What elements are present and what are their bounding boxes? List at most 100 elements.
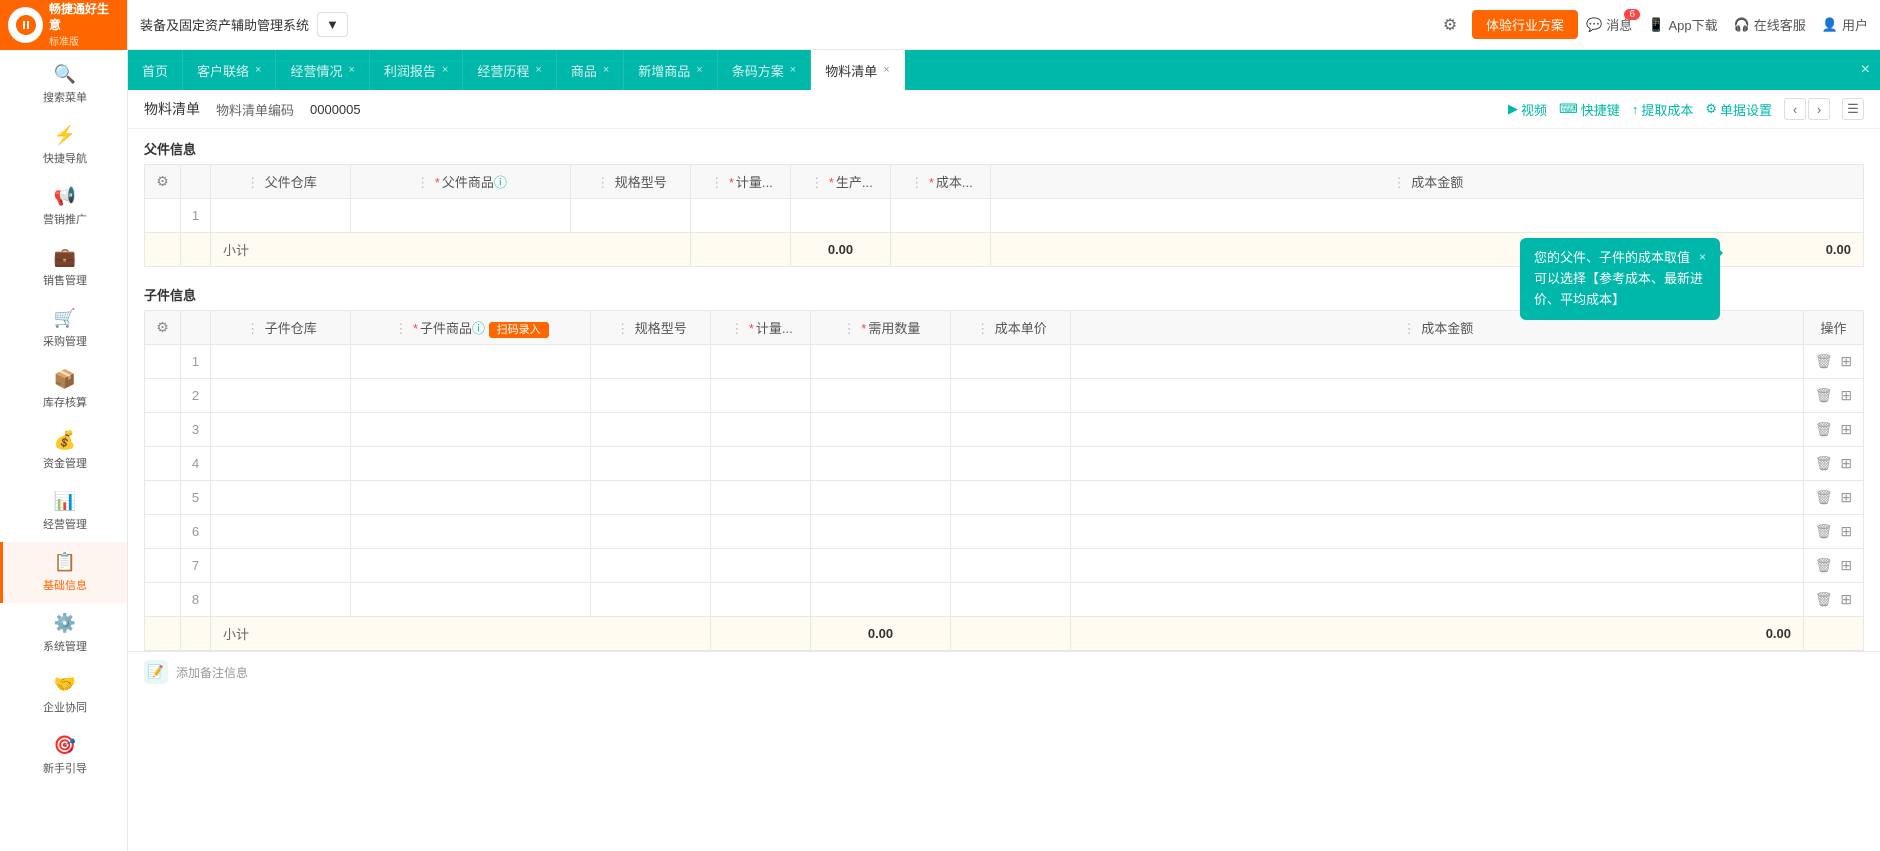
sidebar-item-search[interactable]: 🔍 搜索菜单 <box>0 54 127 115</box>
child-row6-unit-cost[interactable] <box>951 515 1071 549</box>
child-row7-warehouse[interactable] <box>211 549 351 583</box>
scan-input-button[interactable]: 扫码录入 <box>489 322 549 338</box>
child-row8-unit-cost[interactable] <box>951 583 1071 617</box>
child-row7-quantity[interactable] <box>811 549 951 583</box>
tab-new-product[interactable]: 新增商品 × <box>624 50 717 90</box>
child-row1-unit[interactable] <box>711 345 811 379</box>
child-row6-delete-button[interactable]: 🗑 <box>1813 521 1835 542</box>
message-button[interactable]: 💬 消息 6 <box>1586 15 1632 34</box>
tab-customer[interactable]: 客户联络 × <box>183 50 276 90</box>
child-row7-spec[interactable] <box>591 549 711 583</box>
child-row4-unit-cost[interactable] <box>951 447 1071 481</box>
sidebar-item-guide[interactable]: 🎯 新手引导 <box>0 725 127 786</box>
app-download-button[interactable]: 📱 App下载 <box>1648 15 1717 34</box>
child-row1-copy-button[interactable]: ⊞ <box>1838 351 1854 372</box>
child-row1-quantity[interactable] <box>811 345 951 379</box>
child-row5-product[interactable] <box>351 481 591 515</box>
child-row8-unit[interactable] <box>711 583 811 617</box>
tab-business-history-close[interactable]: × <box>535 64 541 76</box>
child-row7-delete-button[interactable]: 🗑 <box>1813 555 1835 576</box>
prev-page-button[interactable]: ‹ <box>1784 98 1806 120</box>
child-row2-spec[interactable] <box>591 379 711 413</box>
shortcut-button[interactable]: ⌨ 快捷键 <box>1559 100 1620 119</box>
child-th-settings[interactable]: ⚙ <box>145 311 181 345</box>
tab-home[interactable]: 首页 <box>128 50 183 90</box>
child-row5-spec[interactable] <box>591 481 711 515</box>
child-row3-unit-cost[interactable] <box>951 413 1071 447</box>
sidebar-item-system[interactable]: ⚙️ 系统管理 <box>0 603 127 664</box>
child-row2-unit-cost[interactable] <box>951 379 1071 413</box>
child-row4-spec[interactable] <box>591 447 711 481</box>
child-row5-quantity[interactable] <box>811 481 951 515</box>
extract-cost-button[interactable]: ↑ 提取成本 <box>1632 100 1694 119</box>
child-product-info-icon[interactable]: ⓘ <box>472 321 485 336</box>
child-row6-copy-button[interactable]: ⊞ <box>1838 521 1854 542</box>
child-row4-warehouse[interactable] <box>211 447 351 481</box>
system-dropdown[interactable]: ▼ <box>317 12 348 37</box>
parent-row-spec[interactable] <box>571 199 691 233</box>
child-row2-unit[interactable] <box>711 379 811 413</box>
sidebar-item-enterprise[interactable]: 🤝 企业协同 <box>0 664 127 725</box>
parent-product-info-icon[interactable]: ⓘ <box>494 175 507 190</box>
child-row3-quantity[interactable] <box>811 413 951 447</box>
child-row4-product[interactable] <box>351 447 591 481</box>
child-row1-unit-cost[interactable] <box>951 345 1071 379</box>
child-row7-unit-cost[interactable] <box>951 549 1071 583</box>
child-row5-warehouse[interactable] <box>211 481 351 515</box>
child-row3-spec[interactable] <box>591 413 711 447</box>
child-row6-product[interactable] <box>351 515 591 549</box>
sidebar-item-purchase[interactable]: 🛒 采购管理 <box>0 298 127 359</box>
online-service-button[interactable]: 🎧 在线客服 <box>1734 15 1806 34</box>
sidebar-item-inventory[interactable]: 📦 库存核算 <box>0 359 127 420</box>
child-row8-warehouse[interactable] <box>211 583 351 617</box>
child-row8-copy-button[interactable]: ⊞ <box>1838 589 1854 610</box>
child-row8-quantity[interactable] <box>811 583 951 617</box>
parent-row-unit[interactable] <box>691 199 791 233</box>
child-row4-copy-button[interactable]: ⊞ <box>1838 453 1854 474</box>
tab-customer-close[interactable]: × <box>255 64 261 76</box>
view-video-button[interactable]: ▶ 视频 <box>1508 100 1547 119</box>
user-button[interactable]: 👤 用户 <box>1822 15 1868 34</box>
sidebar-item-finance[interactable]: 💰 资金管理 <box>0 420 127 481</box>
child-row2-warehouse[interactable] <box>211 379 351 413</box>
tab-product-close[interactable]: × <box>603 64 609 76</box>
settings-gear-button[interactable]: ⚙ <box>1436 11 1464 39</box>
parent-row-product[interactable] <box>351 199 571 233</box>
child-row8-product[interactable] <box>351 583 591 617</box>
child-row1-warehouse[interactable] <box>211 345 351 379</box>
parent-row-production[interactable] <box>791 199 891 233</box>
tab-profit-report[interactable]: 利润报告 × <box>370 50 463 90</box>
child-row5-unit-cost[interactable] <box>951 481 1071 515</box>
tab-bom[interactable]: 物料清单 × <box>811 50 904 90</box>
child-row1-spec[interactable] <box>591 345 711 379</box>
child-row3-product[interactable] <box>351 413 591 447</box>
tab-business-status-close[interactable]: × <box>348 64 354 76</box>
sidebar-item-sales[interactable]: 💼 销售管理 <box>0 237 127 298</box>
child-row4-unit[interactable] <box>711 447 811 481</box>
child-row7-product[interactable] <box>351 549 591 583</box>
child-row6-spec[interactable] <box>591 515 711 549</box>
tab-barcode[interactable]: 条码方案 × <box>718 50 811 90</box>
child-row1-delete-button[interactable]: 🗑 <box>1813 351 1835 372</box>
child-row2-copy-button[interactable]: ⊞ <box>1838 385 1854 406</box>
parent-table-gear-icon[interactable]: ⚙ <box>156 173 169 189</box>
child-row7-copy-button[interactable]: ⊞ <box>1838 555 1854 576</box>
next-page-button[interactable]: › <box>1808 98 1830 120</box>
child-row8-delete-button[interactable]: 🗑 <box>1813 589 1835 610</box>
single-settings-button[interactable]: ⚙ 单据设置 <box>1705 100 1772 119</box>
child-row2-quantity[interactable] <box>811 379 951 413</box>
child-row3-copy-button[interactable]: ⊞ <box>1838 419 1854 440</box>
child-row3-warehouse[interactable] <box>211 413 351 447</box>
child-row4-quantity[interactable] <box>811 447 951 481</box>
child-row4-delete-button[interactable]: 🗑 <box>1813 453 1835 474</box>
close-all-tabs-button[interactable]: × <box>1851 61 1880 79</box>
parent-row-cost[interactable] <box>891 199 991 233</box>
tooltip-close-button[interactable]: × <box>1699 248 1706 267</box>
tab-profit-report-close[interactable]: × <box>442 64 448 76</box>
tab-product[interactable]: 商品 × <box>557 50 624 90</box>
tab-bom-close[interactable]: × <box>883 64 889 76</box>
child-row2-product[interactable] <box>351 379 591 413</box>
parent-th-settings[interactable]: ⚙ <box>145 165 181 199</box>
child-row3-unit[interactable] <box>711 413 811 447</box>
child-row8-spec[interactable] <box>591 583 711 617</box>
